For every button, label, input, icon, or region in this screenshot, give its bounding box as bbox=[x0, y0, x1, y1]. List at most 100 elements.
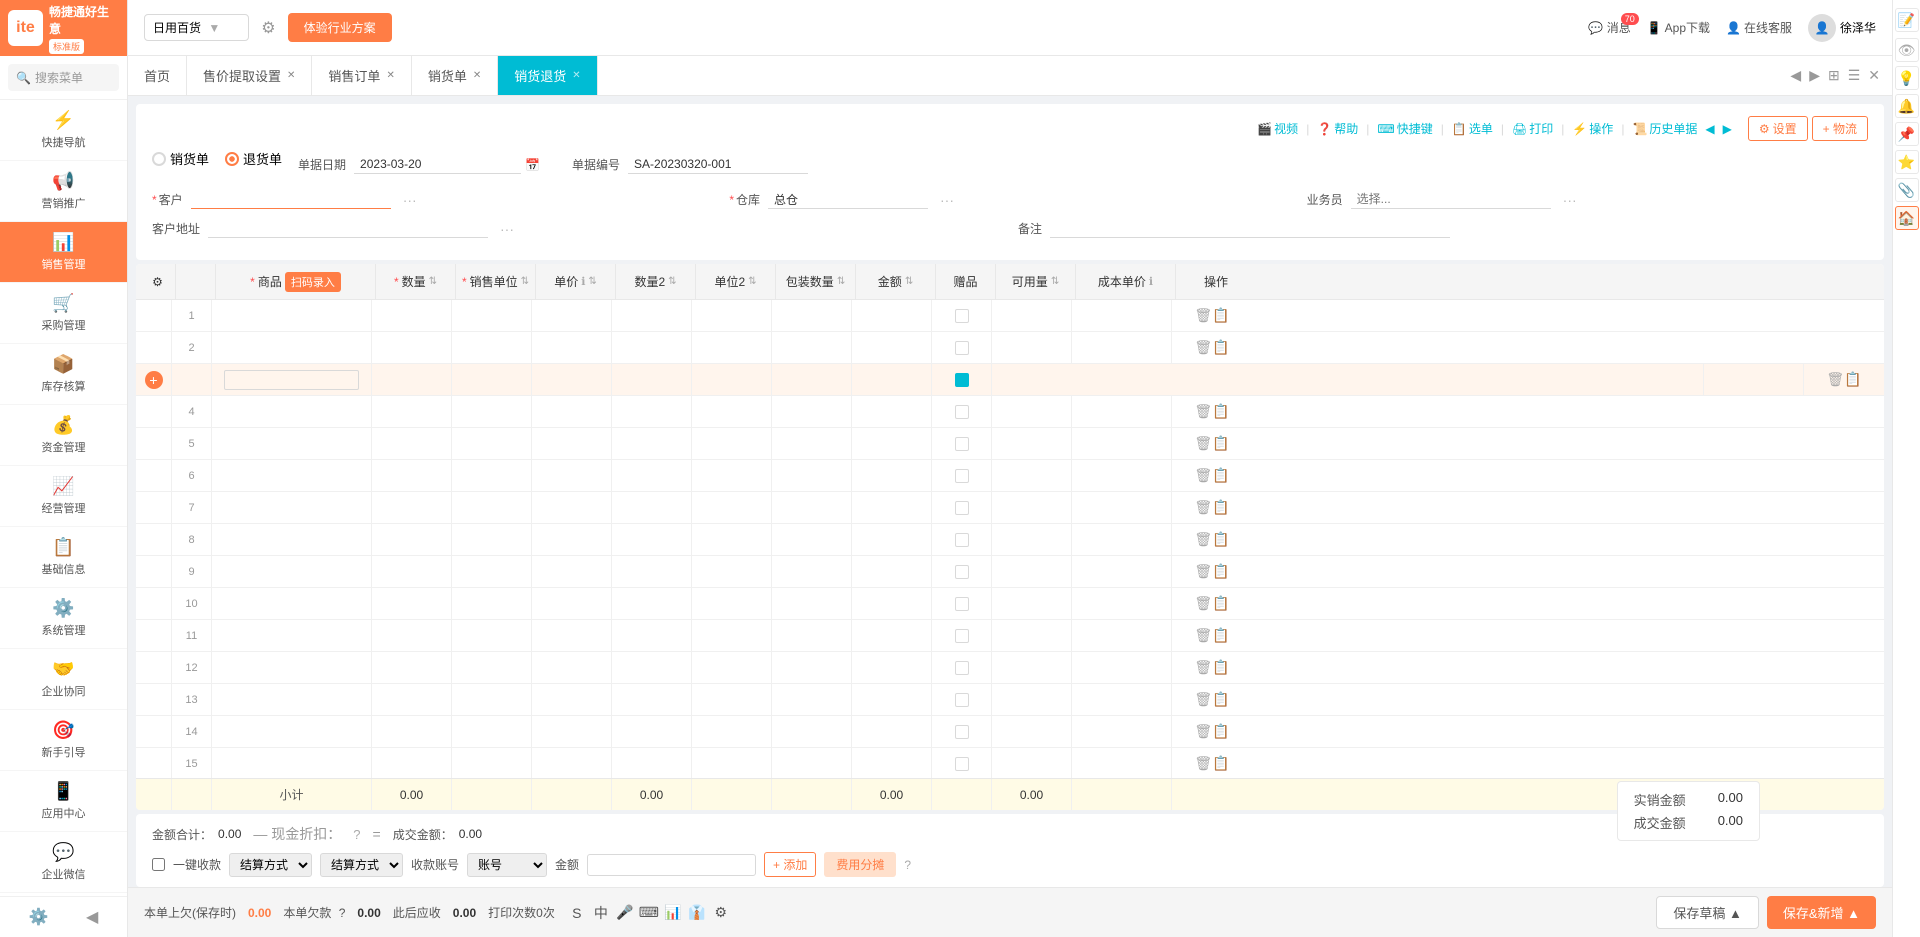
td-price-2[interactable] bbox=[532, 332, 612, 363]
history-link[interactable]: 📜 历史单据 bbox=[1632, 120, 1697, 137]
radio-delivery[interactable]: 销货单 bbox=[152, 149, 209, 168]
scan-button[interactable]: 扫码录入 bbox=[285, 272, 341, 292]
gift-checkbox-12[interactable] bbox=[955, 661, 969, 675]
td-pack-3[interactable] bbox=[772, 364, 852, 395]
td-unit-3[interactable] bbox=[452, 364, 532, 395]
price-sort-icon[interactable]: ⇅ bbox=[588, 276, 596, 287]
copy-row-7-icon[interactable]: 📋 bbox=[1212, 499, 1229, 516]
td-avail-3[interactable] bbox=[992, 364, 1704, 395]
delete-row-13-icon[interactable]: 🗑 bbox=[1194, 691, 1212, 708]
sidebar-item-marketing[interactable]: 📢 营销推广 bbox=[0, 161, 127, 222]
delete-row-14-icon[interactable]: 🗑 bbox=[1194, 723, 1212, 740]
video-link[interactable]: 🎬 视频 bbox=[1257, 120, 1298, 137]
qty2-sort-icon[interactable]: ⇅ bbox=[668, 276, 676, 287]
tab-sales-return[interactable]: 销货退货 ✕ bbox=[498, 56, 597, 96]
payment-amount-input[interactable] bbox=[587, 854, 756, 876]
sidebar-item-guide[interactable]: 🎯 新手引导 bbox=[0, 710, 127, 771]
cost-info-icon[interactable]: ℹ bbox=[1149, 275, 1153, 288]
calendar-icon[interactable]: 📅 bbox=[525, 158, 540, 172]
avail-sort-icon[interactable]: ⇅ bbox=[1051, 276, 1059, 287]
td-pack-2[interactable] bbox=[772, 332, 852, 363]
td-product-1[interactable] bbox=[212, 300, 372, 331]
sidebar-item-purchase[interactable]: 🛒 采购管理 bbox=[0, 283, 127, 344]
td-cost-1[interactable] bbox=[1072, 300, 1172, 331]
td-qty-1[interactable] bbox=[372, 300, 452, 331]
rp-btn-7[interactable]: 📎 bbox=[1895, 178, 1919, 202]
rp-btn-6[interactable]: ⭐ bbox=[1895, 150, 1919, 174]
fee-split-button[interactable]: 费用分摊 bbox=[824, 852, 896, 877]
copy-row-3-icon[interactable]: 📋 bbox=[1844, 371, 1861, 388]
account-select[interactable]: 账号 bbox=[467, 853, 547, 877]
gift-checkbox-9[interactable] bbox=[955, 565, 969, 579]
delete-row-7-icon[interactable]: 🗑 bbox=[1194, 499, 1212, 516]
td-product-2[interactable] bbox=[212, 332, 372, 363]
tab-sales-delivery-close[interactable]: ✕ bbox=[473, 70, 481, 81]
rp-btn-2[interactable]: 👁 bbox=[1895, 38, 1919, 62]
experience-button[interactable]: 体验行业方案 bbox=[288, 13, 392, 42]
tab-sales-order[interactable]: 销售订单 ✕ bbox=[312, 56, 411, 96]
sidebar-item-enterprise[interactable]: 🤝 企业协同 bbox=[0, 649, 127, 710]
single-debt-question[interactable]: ? bbox=[339, 906, 346, 920]
salesperson-dots-icon[interactable]: ··· bbox=[1563, 192, 1577, 208]
copy-row-10-icon[interactable]: 📋 bbox=[1212, 595, 1229, 612]
td-qty2-2[interactable] bbox=[612, 332, 692, 363]
settings-gear-icon[interactable]: ⚙ bbox=[261, 18, 275, 38]
grid-view-icon[interactable]: ⊞ bbox=[1828, 67, 1840, 84]
gift-checkbox-15[interactable] bbox=[955, 757, 969, 771]
address-dots-icon[interactable]: ··· bbox=[500, 221, 514, 237]
customer-input[interactable] bbox=[191, 190, 391, 209]
gift-checkbox-8[interactable] bbox=[955, 533, 969, 547]
td-unit2-2[interactable] bbox=[692, 332, 772, 363]
sidebar-item-sales[interactable]: 📊 销售管理 bbox=[0, 222, 127, 283]
list-view-icon[interactable]: ☰ bbox=[1848, 67, 1861, 84]
sidebar-item-basic-info[interactable]: 📋 基础信息 bbox=[0, 527, 127, 588]
copy-row-15-icon[interactable]: 📋 bbox=[1212, 755, 1229, 772]
rp-btn-4[interactable]: 🔔 bbox=[1895, 94, 1919, 118]
td-product-3[interactable] bbox=[212, 364, 372, 395]
rp-btn-active[interactable]: 🏠 bbox=[1895, 206, 1919, 230]
delete-row-9-icon[interactable]: 🗑 bbox=[1194, 563, 1212, 580]
help-link[interactable]: ❓ 帮助 bbox=[1317, 120, 1358, 137]
warehouse-dots-icon[interactable]: ··· bbox=[940, 192, 954, 208]
td-qty2-1[interactable] bbox=[612, 300, 692, 331]
online-service-button[interactable]: 👤 在线客服 bbox=[1726, 19, 1792, 36]
add-row-button[interactable]: + bbox=[145, 371, 163, 389]
qty-sort-icon[interactable]: ⇅ bbox=[429, 276, 437, 287]
rp-btn-3[interactable]: 💡 bbox=[1895, 66, 1919, 90]
radio-return[interactable]: 退货单 bbox=[225, 149, 282, 168]
delete-row-1-icon[interactable]: 🗑 bbox=[1194, 307, 1212, 324]
delete-row-6-icon[interactable]: 🗑 bbox=[1194, 467, 1212, 484]
customer-dots-icon[interactable]: ··· bbox=[403, 192, 417, 208]
fee-split-help-icon[interactable]: ? bbox=[904, 858, 911, 872]
close-window-icon[interactable]: ✕ bbox=[1868, 67, 1880, 84]
user-button[interactable]: 👤 徐泽华 bbox=[1808, 14, 1876, 42]
td-avail-1[interactable] bbox=[992, 300, 1072, 331]
gift-checkbox-4[interactable] bbox=[955, 405, 969, 419]
td-price-1[interactable] bbox=[532, 300, 612, 331]
copy-row-14-icon[interactable]: 📋 bbox=[1212, 723, 1229, 740]
copy-row-13-icon[interactable]: 📋 bbox=[1212, 691, 1229, 708]
sidebar-item-operations[interactable]: 📈 经营管理 bbox=[0, 466, 127, 527]
doc-num-input[interactable] bbox=[628, 155, 808, 174]
td-pack-1[interactable] bbox=[772, 300, 852, 331]
select-link[interactable]: 📋 选单 bbox=[1452, 120, 1493, 137]
td-gift-3[interactable] bbox=[932, 364, 992, 395]
tab-price-extract[interactable]: 售价提取设置 ✕ bbox=[187, 56, 312, 96]
delete-row-8-icon[interactable]: 🗑 bbox=[1194, 531, 1212, 548]
rp-btn-1[interactable]: 📝 bbox=[1895, 8, 1919, 32]
td-unit2-1[interactable] bbox=[692, 300, 772, 331]
td-qty-2[interactable] bbox=[372, 332, 452, 363]
gift-checkbox-6[interactable] bbox=[955, 469, 969, 483]
gift-checkbox-11[interactable] bbox=[955, 629, 969, 643]
address-input[interactable] bbox=[208, 219, 488, 238]
copy-row-1-icon[interactable]: 📋 bbox=[1212, 307, 1229, 324]
td-unit-2[interactable] bbox=[452, 332, 532, 363]
td-gift-1[interactable] bbox=[932, 300, 992, 331]
tab-sales-order-close[interactable]: ✕ bbox=[386, 70, 394, 81]
logistics-btn[interactable]: + 物流 bbox=[1812, 116, 1868, 141]
gift-checkbox-1[interactable] bbox=[955, 309, 969, 323]
copy-row-2-icon[interactable]: 📋 bbox=[1212, 339, 1229, 356]
message-button[interactable]: 💬 70 消息 bbox=[1588, 19, 1630, 36]
app-download-button[interactable]: 📱 App下载 bbox=[1647, 19, 1710, 36]
delete-row-2-icon[interactable]: 🗑 bbox=[1194, 339, 1212, 356]
